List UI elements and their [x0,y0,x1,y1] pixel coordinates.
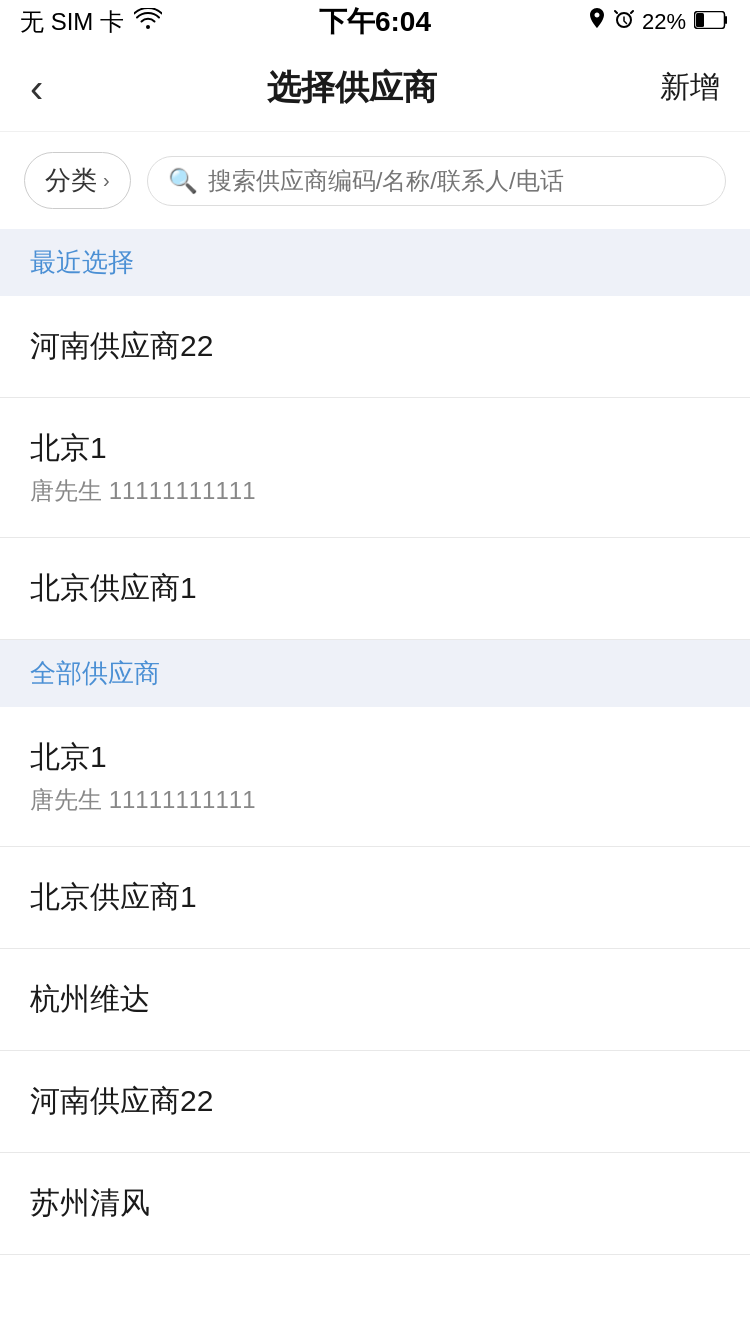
recent-section-header: 最近选择 [0,229,750,296]
category-label: 分类 [45,163,97,198]
all-list-item[interactable]: 北京1 唐先生 11111111111 [0,707,750,847]
list-item-sub: 唐先生 11111111111 [30,784,720,816]
category-button[interactable]: 分类 › [24,152,131,209]
search-box[interactable]: 🔍 [147,156,726,206]
nav-bar: ‹ 选择供应商 新增 [0,44,750,132]
filter-bar: 分类 › 🔍 [0,132,750,229]
list-item-sub: 唐先生 11111111111 [30,475,720,507]
page-title: 选择供应商 [267,65,437,111]
chevron-right-icon: › [103,169,110,192]
battery-label: 22% [642,9,686,35]
wifi-icon [134,8,162,36]
location-icon [588,8,606,36]
recent-list-item[interactable]: 北京1 唐先生 11111111111 [0,398,750,538]
list-item-name: 河南供应商22 [30,1081,720,1122]
search-input[interactable] [208,167,705,195]
all-list-item[interactable]: 河南供应商22 [0,1051,750,1153]
recent-list: 河南供应商22 北京1 唐先生 11111111111 北京供应商1 [0,296,750,640]
all-list-item[interactable]: 苏州清风 [0,1153,750,1255]
all-list: 北京1 唐先生 11111111111 北京供应商1 杭州维达河南供应商22 苏州清风 [0,707,750,1255]
all-section-header: 全部供应商 [0,640,750,707]
list-item-name: 杭州维达 [30,979,720,1020]
search-icon: 🔍 [168,167,198,195]
all-list-item[interactable]: 杭州维达 [0,949,750,1051]
status-left: 无 SIM 卡 [20,6,162,38]
all-section-title: 全部供应商 [30,658,160,688]
all-list-item[interactable]: 北京供应商1 [0,847,750,949]
recent-section-title: 最近选择 [30,247,134,277]
list-item-name: 北京1 [30,428,720,469]
list-item-name: 北京供应商1 [30,877,720,918]
svg-rect-2 [696,13,704,27]
list-item-name: 北京供应商1 [30,568,720,609]
back-button[interactable]: ‹ [30,68,43,108]
status-bar: 无 SIM 卡 下午6:04 22% [0,0,750,44]
list-item-name: 北京1 [30,737,720,778]
no-sim-label: 无 SIM 卡 [20,6,124,38]
status-time: 下午6:04 [319,3,431,41]
battery-icon [694,9,730,35]
recent-list-item[interactable]: 河南供应商22 [0,296,750,398]
recent-list-item[interactable]: 北京供应商1 [0,538,750,640]
add-button[interactable]: 新增 [660,67,720,108]
alarm-icon [614,8,634,36]
status-right: 22% [588,8,730,36]
list-item-name: 苏州清风 [30,1183,720,1224]
list-item-name: 河南供应商22 [30,326,720,367]
